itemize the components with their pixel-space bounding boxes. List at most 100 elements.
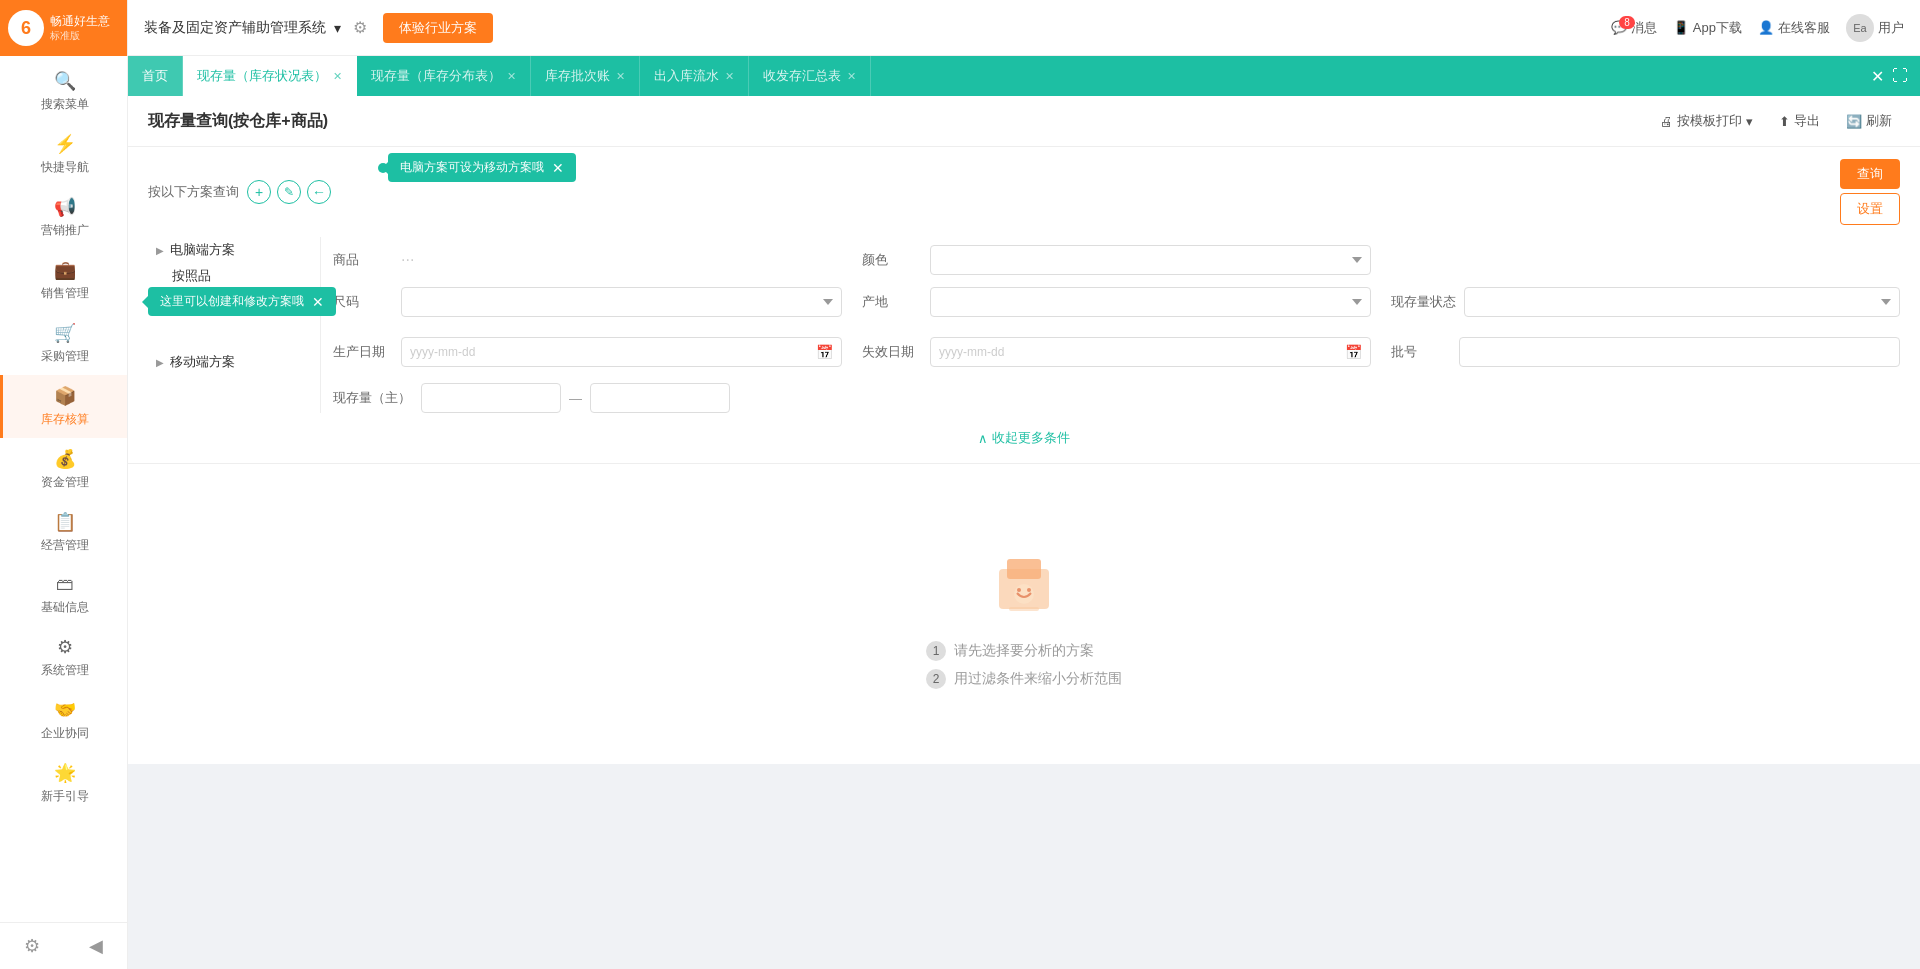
refresh-btn[interactable]: 🔄 刷新: [1838, 108, 1900, 134]
manufacture-date-start[interactable]: yyyy-mm-dd 📅: [401, 337, 842, 367]
manufacture-date-start-placeholder: yyyy-mm-dd: [410, 345, 475, 359]
tab-collect-summary[interactable]: 收发存汇总表✕: [749, 56, 871, 96]
sidebar-item-management[interactable]: 📋经营管理: [0, 501, 127, 564]
marketing-label: 营销推广: [41, 222, 89, 239]
stock-qty-input-end[interactable]: [590, 383, 730, 413]
print-label: 按模板打印: [1677, 112, 1742, 130]
filter-row-1: 商品 ··· 颜色: [333, 237, 1900, 283]
sidebar-item-guide[interactable]: 🌟新手引导: [0, 752, 127, 815]
export-btn[interactable]: ⬆ 导出: [1771, 108, 1828, 134]
collapse-conditions-btn[interactable]: ∧ 收起更多条件: [148, 421, 1900, 455]
tab-batch-ledger[interactable]: 库存批次账✕: [531, 56, 640, 96]
app-download-label: App下载: [1693, 19, 1742, 37]
sidebar-item-basic[interactable]: 🗃基础信息: [0, 564, 127, 626]
app-name: 畅通好生意: [50, 14, 110, 30]
app-logo: 6 畅通好生意 标准版: [0, 0, 127, 56]
tab-close-collect-summary[interactable]: ✕: [847, 70, 856, 83]
online-service-label: 在线客服: [1778, 19, 1830, 37]
page-title: 现存量查询(按仓库+商品): [148, 111, 328, 132]
sidebar-item-purchase[interactable]: 🛒采购管理: [0, 312, 127, 375]
print-dropdown-icon: ▾: [1746, 114, 1753, 129]
back-scheme-btn[interactable]: ←: [307, 180, 331, 204]
expiry-date-start[interactable]: yyyy-mm-dd 📅: [930, 337, 1371, 367]
tab-fullscreen-icon[interactable]: ⛶: [1892, 67, 1908, 85]
settings-icon[interactable]: ⚙: [20, 931, 44, 961]
logo-icon: 6: [8, 10, 44, 46]
tab-inventory-status[interactable]: 现存量（库存状况表） ✕: [183, 56, 357, 96]
color-filter: 颜色: [862, 245, 1371, 275]
collapse-icon[interactable]: ◀: [85, 931, 107, 961]
size-filter: 尺码: [333, 287, 842, 317]
scheme-tooltip-text: 电脑方案可设为移动方案哦: [400, 159, 544, 176]
topbar-right: 💬 8 消息 📱 App下载 👤 在线客服 Ea 用户: [1611, 14, 1904, 42]
tab-inventory-dist[interactable]: 现存量（库存分布表）✕: [357, 56, 531, 96]
purchase-label: 采购管理: [41, 348, 89, 365]
tab-home[interactable]: 首页: [128, 56, 183, 96]
enterprise-label: 企业协同: [41, 725, 89, 742]
print-icon: 🖨: [1660, 114, 1673, 129]
stock-status-select[interactable]: [1464, 287, 1900, 317]
tab-inout-flow[interactable]: 出入库流水 ✕: [640, 56, 749, 96]
user-btn[interactable]: Ea 用户: [1846, 14, 1904, 42]
tab-label-inventory-status: 现存量（库存状况表）: [197, 67, 327, 85]
sidebar-item-quick-nav[interactable]: ⚡快捷导航: [0, 123, 127, 186]
page: 现存量查询(按仓库+商品) 🖨 按模板打印 ▾ ⬆ 导出 🔄 刷新: [128, 96, 1920, 969]
online-service-icon: 👤: [1758, 20, 1774, 35]
sidebar-item-finance[interactable]: 💰资金管理: [0, 438, 127, 501]
query-btn[interactable]: 查询: [1840, 159, 1900, 189]
desktop-scheme-group[interactable]: ▶ 电脑端方案: [148, 237, 308, 263]
export-icon: ⬆: [1779, 114, 1790, 129]
reset-btn[interactable]: 设置: [1840, 193, 1900, 225]
size-label: 尺码: [333, 293, 393, 311]
quick-nav-label: 快捷导航: [41, 159, 89, 176]
guide-icon: 🌟: [54, 762, 76, 784]
scheme-tooltip-close[interactable]: ✕: [552, 160, 564, 176]
tab-close-all-icon[interactable]: ✕: [1871, 67, 1884, 86]
avatar: Ea: [1846, 14, 1874, 42]
logo-text-block: 畅通好生意 标准版: [50, 14, 110, 43]
create-tooltip-container: 这里可以创建和修改方案哦 ✕: [148, 287, 336, 316]
size-select[interactable]: [401, 287, 842, 317]
add-scheme-btn[interactable]: +: [247, 180, 271, 204]
create-tooltip-close[interactable]: ✕: [312, 294, 324, 310]
stock-qty-input[interactable]: [421, 383, 561, 413]
online-service-btn[interactable]: 👤 在线客服: [1758, 19, 1830, 37]
origin-select[interactable]: [930, 287, 1371, 317]
tab-close-inventory-dist[interactable]: ✕: [507, 70, 516, 83]
expiry-date-inputs: yyyy-mm-dd 📅: [930, 337, 1371, 367]
product-overflow: ···: [401, 251, 414, 269]
filter-header: 按以下方案查询 + ✎ ← 电脑方案可设为移动方案哦 ✕: [148, 159, 1900, 225]
sidebar-item-marketing[interactable]: 📢营销推广: [0, 186, 127, 249]
mobile-scheme-group[interactable]: ▶ 移动端方案: [148, 349, 308, 375]
sidebar-item-system[interactable]: ⚙系统管理: [0, 626, 127, 689]
refresh-label: 刷新: [1866, 112, 1892, 130]
page-header-actions: 🖨 按模板打印 ▾ ⬆ 导出 🔄 刷新: [1652, 108, 1900, 134]
scheme-section: ▶ 电脑端方案 按照品 这里可以创建和修改方案哦 ✕: [148, 237, 1900, 413]
sidebar-item-sales[interactable]: 💼销售管理: [0, 249, 127, 312]
batch-input[interactable]: [1459, 337, 1900, 367]
tab-label-inout-flow: 出入库流水: [654, 67, 719, 85]
color-select[interactable]: [930, 245, 1371, 275]
scheme-tooltip-container: 电脑方案可设为移动方案哦 ✕: [388, 153, 576, 182]
message-btn[interactable]: 💬 8 消息: [1611, 19, 1657, 37]
finance-icon: 💰: [54, 448, 76, 470]
sidebar-item-search[interactable]: 🔍搜索菜单: [0, 60, 127, 123]
settings-gear-icon[interactable]: ⚙: [353, 18, 367, 37]
scheme-item-product[interactable]: 按照品: [164, 263, 308, 289]
print-btn[interactable]: 🖨 按模板打印 ▾: [1652, 108, 1761, 134]
sales-icon: 💼: [54, 259, 76, 281]
topbar: 装备及固定资产辅助管理系统 ▾ ⚙ 体验行业方案 💬 8 消息 📱 App下载 …: [128, 0, 1920, 56]
filter-row-2: 尺码 产地 现存量状态: [333, 279, 1900, 325]
tab-close-batch-ledger[interactable]: ✕: [616, 70, 625, 83]
sidebar-item-inventory[interactable]: 📦库存核算: [0, 375, 127, 438]
tab-close-inventory-status[interactable]: ✕: [333, 70, 342, 83]
trial-btn[interactable]: 体验行业方案: [383, 13, 493, 43]
system-dropdown-icon[interactable]: ▾: [334, 20, 341, 36]
tab-close-inout-flow[interactable]: ✕: [725, 70, 734, 83]
sidebar-item-enterprise[interactable]: 🤝企业协同: [0, 689, 127, 752]
app-download-btn[interactable]: 📱 App下载: [1673, 19, 1742, 37]
edit-scheme-btn[interactable]: ✎: [277, 180, 301, 204]
hint-text-1: 请先选择要分析的方案: [954, 642, 1094, 660]
message-badge: 8: [1619, 16, 1635, 29]
search-label: 搜索菜单: [41, 96, 89, 113]
